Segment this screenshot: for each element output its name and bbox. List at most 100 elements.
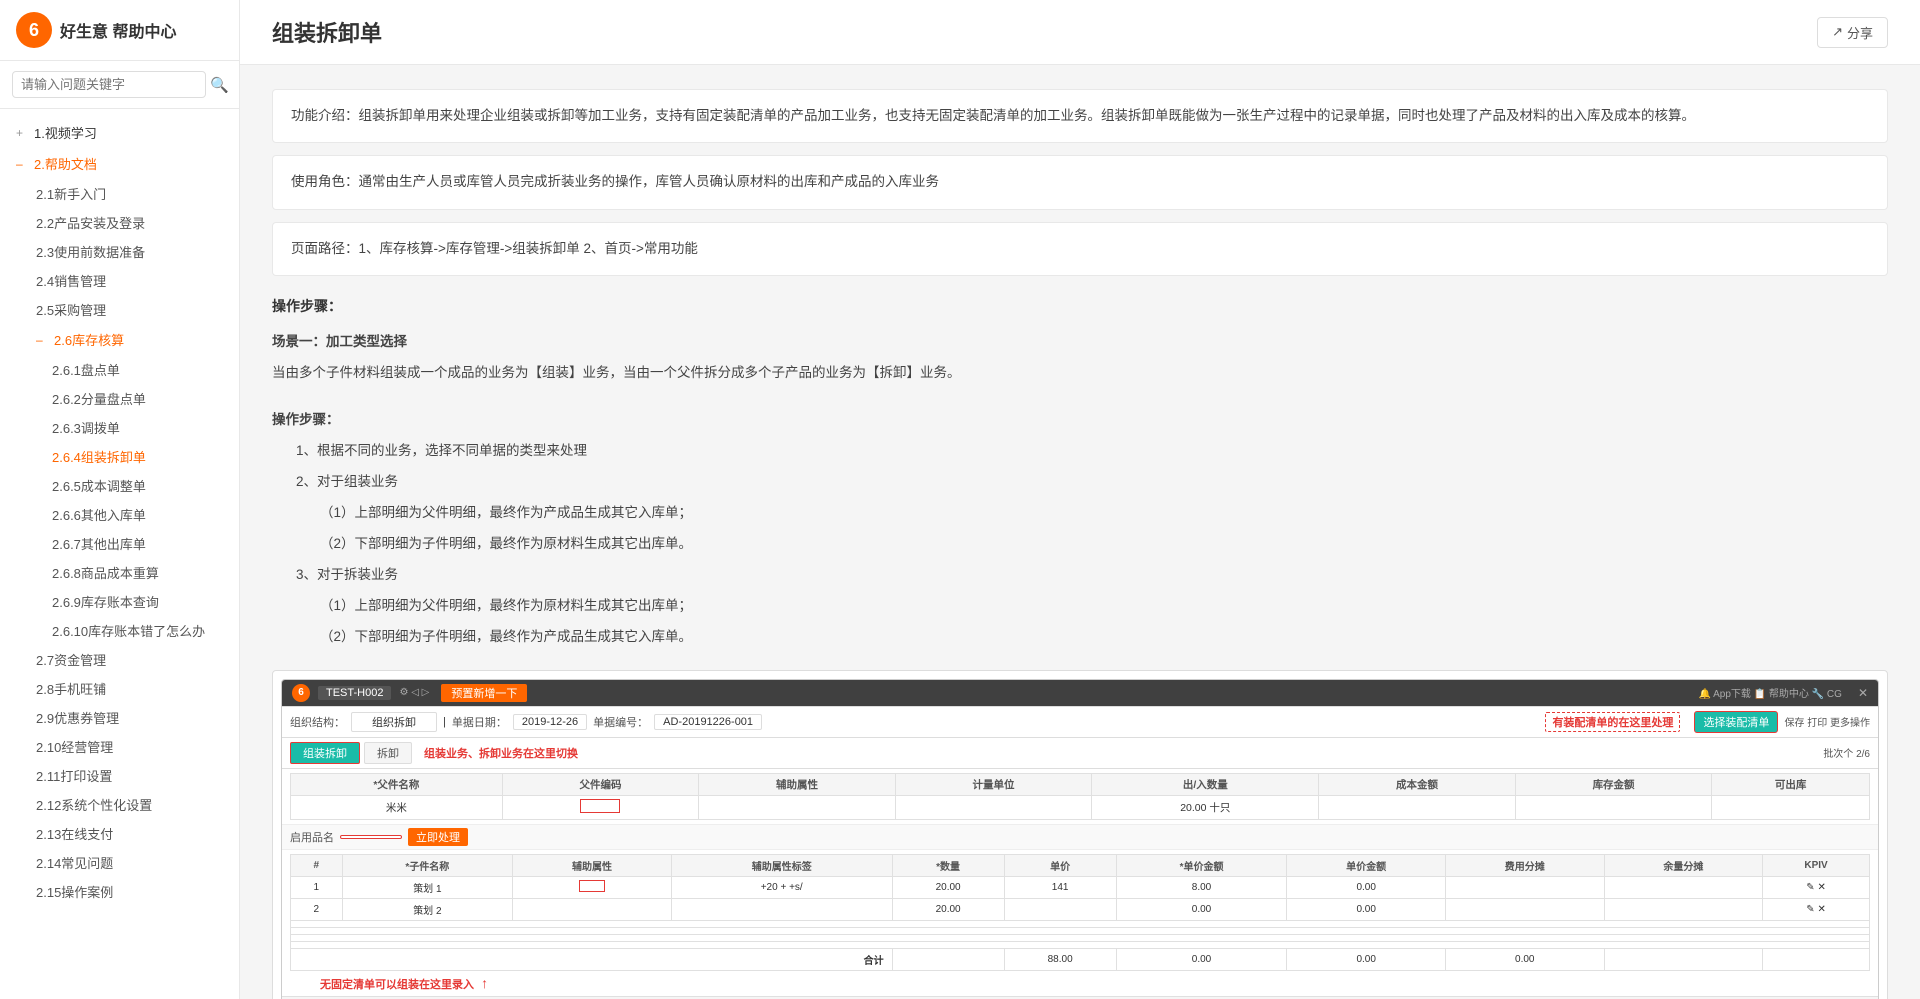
sidebar-item-personalize[interactable]: 2.12系统个性化设置 [0,790,239,819]
td-row2-code [513,898,672,920]
mock-order-no: AD-20191226-001 [654,714,762,730]
td-row1-remain [1445,876,1604,898]
sidebar-item-cases[interactable]: 2.15操作案例 [0,877,239,906]
sidebar-item-purchase[interactable]: 2.5采购管理 [0,295,239,324]
th-child-amt: *单价金额 [1116,854,1287,876]
mock-tab-assembly[interactable]: 组装拆卸 [290,742,360,764]
sidebar-item-print[interactable]: 2.11打印设置 [0,761,239,790]
nav-tree: + 1.视频学习 – 2.帮助文档 2.1新手入门 2.2产品安装及登录 2.3… [0,109,239,999]
td-inv [1515,795,1712,819]
td-row2-alloc: 0.00 [1287,898,1446,920]
sidebar-item-video[interactable]: + 1.视频学习 [0,117,239,148]
sidebar-item-sales[interactable]: 2.4销售管理 [0,266,239,295]
sidebar-item-stocktake[interactable]: 2.6.1盘点单 [0,355,239,384]
sidebar-item-cost-recalc[interactable]: 2.6.8商品成本重算 [0,558,239,587]
sidebar-item-data-prep[interactable]: 2.3使用前数据准备 [0,237,239,266]
sidebar-item-inv-ledger[interactable]: 2.6.9库存账本查询 [0,587,239,616]
sidebar-item-cost-adj[interactable]: 2.6.5成本调整单 [0,471,239,500]
td-row2-unit: 20.00 [892,898,1004,920]
sidebar-item-purchase-label: 2.5采购管理 [36,300,106,319]
mock-enable-input[interactable] [340,835,402,839]
sidebar-item-operations[interactable]: 2.10经营管理 [0,732,239,761]
footer-amt: 88.00 [1004,948,1116,970]
mock-sep1: | [443,716,446,728]
th-unit: 计量单位 [895,773,1092,795]
sidebar-item-other-out[interactable]: 2.6.7其他出库单 [0,529,239,558]
role-text: 使用角色：通常由生产人员或库管人员完成折装业务的操作，库管人员确认原材料的出库和… [291,174,939,189]
table-row: 1 策划 1 +20 + +s/ 20.00 141 8.00 0.00 [291,876,1870,898]
sidebar-item-quantity[interactable]: 2.6.2分量盘点单 [0,384,239,413]
mock-execute-btn[interactable]: 立即处理 [408,828,468,846]
footer-cost: 0.00 [1116,948,1287,970]
sidebar-item-other-in[interactable]: 2.6.6其他入库单 [0,500,239,529]
footer-remain: 0.00 [1445,948,1604,970]
mock-field-count: 批次个 2/6 [1823,745,1870,760]
mock-label-org: 组织结构： [290,714,345,730]
steps-title: 操作步骤： [272,296,1888,316]
table-row [291,920,1870,927]
mock-topright: 🔔 App下载 📋 帮助中心 🔧 CG [1698,685,1842,700]
mock-enable-row: 启用品名 立即处理 [282,824,1878,850]
mock-org-select[interactable]: 组织拆卸 [351,712,437,732]
mock-close-icon[interactable]: ✕ [1858,686,1868,700]
sidebar-item-inventory[interactable]: – 2.6库存核算 [0,324,239,355]
td-row2-qty [671,898,892,920]
step3-1: （1）上部明细为父件明细，最终作为原材料生成其它出库单； [272,592,1888,619]
sidebar-item-faq[interactable]: 2.14常见问题 [0,848,239,877]
sidebar-item-inventory-label: 2.6库存核算 [54,330,124,349]
share-button[interactable]: ↗ 分享 [1817,17,1888,48]
mock-tab-list[interactable]: 拆卸 [364,742,412,764]
sidebar-item-help-docs[interactable]: – 2.帮助文档 [0,148,239,179]
mock-btn-add[interactable]: 预置新增一下 [441,684,527,702]
sidebar-item-mobile[interactable]: 2.8手机旺铺 [0,674,239,703]
mock-lower-table: # *子件名称 辅助属性 辅助属性标签 *数量 单价 *单价金额 单价金额 费用… [282,850,1878,996]
td-row2-cost: 0.00 [1116,898,1287,920]
sidebar-item-transfer[interactable]: 2.6.3调拨单 [0,413,239,442]
th-child-alloc: 费用分摊 [1445,854,1604,876]
step3-2: （2）下部明细为子件明细，最终作为产成品生成其它入库单。 [272,623,1888,650]
sidebar-item-operations-label: 2.10经营管理 [36,737,113,756]
td-row2-kpiv [1604,898,1763,920]
sidebar-item-capital-label: 2.7资金管理 [36,650,106,669]
footer-act [1763,948,1870,970]
td-unit [895,795,1092,819]
th-child-kpiv: KPIV [1763,854,1870,876]
sidebar-item-other-in-label: 2.6.6其他入库单 [52,505,146,524]
sidebar-item-install[interactable]: 2.2产品安装及登录 [0,208,239,237]
td-row1-code [513,876,672,898]
mock-btn-select[interactable]: 选择装配清单 [1694,711,1778,733]
th-child-remain: 余量分摊 [1604,854,1763,876]
child-code-field[interactable] [579,880,605,892]
sidebar-item-capital[interactable]: 2.7资金管理 [0,645,239,674]
th-child-name: *子件名称 [342,854,513,876]
search-input[interactable] [12,71,206,98]
sidebar-item-coupon[interactable]: 2.9优惠券管理 [0,703,239,732]
share-label: 分享 [1847,23,1873,42]
share-icon: ↗ [1832,24,1843,40]
table-row [291,941,1870,948]
sidebar-item-inv-ledger-label: 2.6.9库存账本查询 [52,592,159,611]
sidebar-item-transfer-label: 2.6.3调拨单 [52,418,120,437]
sidebar-item-assembly[interactable]: 2.6.4组装拆卸单 [0,442,239,471]
sidebar-item-payment[interactable]: 2.13在线支付 [0,819,239,848]
code-field[interactable] [580,799,620,813]
page-title: 组装拆卸单 [272,16,382,48]
sidebar-header: 6 好生意 帮助中心 [0,0,239,61]
td-row1-alloc: 0.00 [1287,876,1446,898]
step3-title: 3、对于拆装业务 [272,561,1888,588]
mock-screen: 6 TEST-H002 ⚙ ◁ ▷ 预置新增一下 🔔 App下载 📋 帮助中心 … [281,679,1879,999]
mock-date-label: 单据日期： [452,714,507,730]
table-row: 2 策划 2 20.00 0.00 0.00 ✎ ✕ [291,898,1870,920]
main-header: 组装拆卸单 ↗ 分享 [240,0,1920,65]
path-text: 页面路径：1、库存核算->库存管理->组装拆卸单 2、首页->常用功能 [291,241,698,256]
sidebar-item-print-label: 2.11打印设置 [36,766,112,785]
mock-child-table: # *子件名称 辅助属性 辅助属性标签 *数量 单价 *单价金额 单价金额 费用… [290,854,1870,971]
sidebar-item-inv-error-label: 2.6.10库存账本错了怎么办 [52,621,205,640]
sidebar-item-newuser[interactable]: 2.1新手入门 [0,179,239,208]
mock-date[interactable]: 2019-12-26 [513,714,587,730]
mock-second-toolbar: 组织结构： 组织拆卸 | 单据日期： 2019-12-26 单据编号： AD-2… [282,707,1878,738]
footer-qty [892,948,1004,970]
search-button[interactable]: 🔍 [210,76,229,94]
table-row [291,927,1870,934]
sidebar-item-inv-error[interactable]: 2.6.10库存账本错了怎么办 [0,616,239,645]
